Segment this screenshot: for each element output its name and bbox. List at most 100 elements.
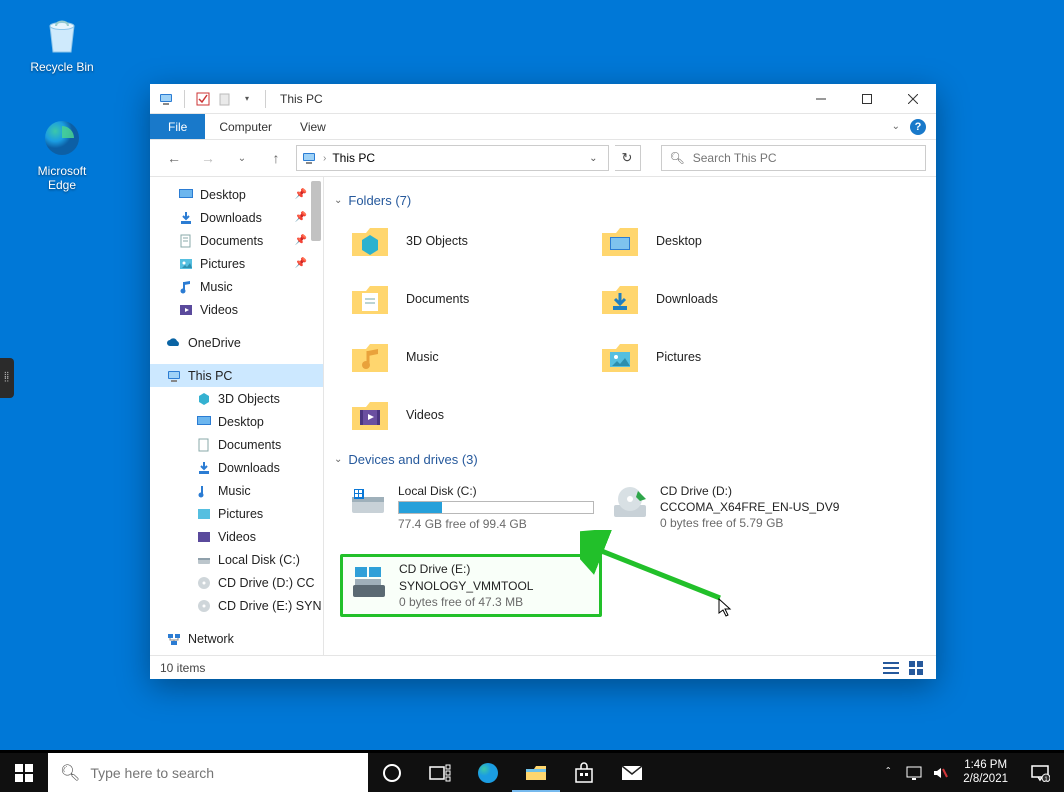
tree-item-desktop[interactable]: Desktop📌	[150, 183, 323, 206]
address-dropdown-icon[interactable]: ⌄	[583, 153, 603, 164]
pictures-icon	[178, 256, 194, 272]
desktop-icon-edge[interactable]: Microsoft Edge	[24, 116, 100, 192]
address-bar[interactable]: › This PC ⌄	[296, 145, 609, 171]
tree-item-local-disk[interactable]: Local Disk (C:)	[150, 548, 323, 571]
tree-item-cd-drive-d[interactable]: CD Drive (D:) CC	[150, 571, 323, 594]
3d-objects-icon	[348, 221, 392, 261]
folder-documents[interactable]: Documents	[348, 276, 598, 322]
drive-free: 0 bytes free of 5.79 GB	[660, 515, 856, 531]
taskbar-edge[interactable]	[464, 753, 512, 792]
navbar: ← → ⌄ ↑ › This PC ⌄ ↻ 🔍︎	[150, 140, 936, 176]
tree-item-network[interactable]: Network	[150, 627, 323, 650]
network-icon	[166, 631, 182, 647]
side-tab[interactable]: ⠿⠿	[0, 358, 14, 398]
tree-item-onedrive[interactable]: OneDrive	[150, 331, 323, 354]
folder-videos[interactable]: Videos	[348, 392, 598, 438]
drive-cd-d[interactable]: CD Drive (D:) CCCOMA_X64FRE_EN-US_DV9 0 …	[602, 477, 864, 538]
documents-icon	[178, 233, 194, 249]
folder-downloads[interactable]: Downloads	[598, 276, 848, 322]
tree-item-videos[interactable]: Videos	[150, 298, 323, 321]
drive-name: CD Drive (E:)	[399, 561, 593, 577]
drive-free: 0 bytes free of 47.3 MB	[399, 594, 593, 610]
back-button[interactable]: ←	[160, 144, 188, 172]
qat-newfolder-icon[interactable]	[217, 91, 233, 107]
scroll-thumb[interactable]	[311, 181, 321, 241]
desktop-folder-icon	[598, 221, 642, 261]
drive-label: CCCOMA_X64FRE_EN-US_DV9	[660, 499, 856, 515]
drive-name: CD Drive (D:)	[660, 483, 856, 499]
up-button[interactable]: ↑	[262, 144, 290, 172]
search-icon: 🔍︎	[60, 763, 80, 783]
tree-item-music[interactable]: Music	[150, 479, 323, 502]
forward-button[interactable]: →	[194, 144, 222, 172]
action-center-button[interactable]: 1	[1020, 764, 1060, 782]
close-button[interactable]	[890, 84, 936, 114]
cd-drive-icon	[196, 598, 212, 614]
ribbon-expand-icon[interactable]: ⌄	[892, 121, 900, 132]
tree-item-this-pc[interactable]: This PC	[150, 364, 323, 387]
pin-icon: 📌	[295, 189, 307, 200]
tree-item-pictures[interactable]: Pictures	[150, 502, 323, 525]
tree-item-pictures[interactable]: Pictures📌	[150, 252, 323, 275]
taskbar-search[interactable]: 🔍︎	[48, 753, 368, 792]
start-button[interactable]	[0, 753, 48, 792]
taskbar-store[interactable]	[560, 753, 608, 792]
details-view-icon[interactable]	[882, 660, 900, 676]
maximize-button[interactable]	[844, 84, 890, 114]
nav-tree[interactable]: Desktop📌 Downloads📌 Documents📌 Pictures📌…	[150, 177, 324, 655]
downloads-icon	[196, 460, 212, 476]
recent-dropdown-icon[interactable]: ⌄	[228, 144, 256, 172]
tree-item-downloads[interactable]: Downloads	[150, 456, 323, 479]
tree-item-documents[interactable]: Documents📌	[150, 229, 323, 252]
taskbar-explorer[interactable]	[512, 753, 560, 792]
tiles-view-icon[interactable]	[908, 660, 926, 676]
tree-scrollbar[interactable]: ▴	[309, 181, 323, 651]
cd-drive-icon	[610, 483, 650, 523]
tray-clock[interactable]: 1:46 PM 2/8/2021	[955, 759, 1016, 787]
qat-properties-icon[interactable]	[195, 91, 211, 107]
titlebar[interactable]: ▾ This PC	[150, 84, 936, 114]
tree-item-documents[interactable]: Documents	[150, 433, 323, 456]
tab-computer[interactable]: Computer	[205, 114, 286, 139]
cortana-button[interactable]	[368, 753, 416, 792]
minimize-button[interactable]	[798, 84, 844, 114]
taskbar-search-input[interactable]	[90, 765, 356, 781]
drive-cd-e[interactable]: CD Drive (E:) SYNOLOGY_VMMTOOL 0 bytes f…	[340, 554, 602, 617]
task-view-button[interactable]	[416, 753, 464, 792]
tree-item-videos[interactable]: Videos	[150, 525, 323, 548]
music-folder-icon	[348, 337, 392, 377]
section-folders-header[interactable]: ⌄Folders (7)	[332, 185, 930, 218]
tray-volume-icon[interactable]	[929, 753, 951, 792]
tree-item-desktop[interactable]: Desktop	[150, 410, 323, 433]
drive-local-disk-c[interactable]: Local Disk (C:) 77.4 GB free of 99.4 GB	[340, 477, 602, 538]
qat-dropdown-icon[interactable]: ▾	[239, 91, 255, 107]
pin-icon: 📌	[295, 212, 307, 223]
folder-3d-objects[interactable]: 3D Objects	[348, 218, 598, 264]
section-drives-header[interactable]: ⌄Devices and drives (3)	[332, 444, 930, 477]
chevron-down-icon: ⌄	[334, 454, 342, 465]
tree-item-downloads[interactable]: Downloads📌	[150, 206, 323, 229]
help-icon[interactable]: ?	[910, 119, 926, 135]
search-input[interactable]	[693, 151, 917, 165]
tab-file[interactable]: File	[150, 114, 205, 139]
folder-desktop[interactable]: Desktop	[598, 218, 848, 264]
taskbar-mail[interactable]	[608, 753, 656, 792]
tree-item-3d-objects[interactable]: 3D Objects	[150, 387, 323, 410]
desktop-icon-recycle-bin[interactable]: Recycle Bin	[24, 12, 100, 74]
refresh-button[interactable]: ↻	[615, 145, 641, 171]
tray-overflow-icon[interactable]: ˆ	[877, 753, 899, 792]
folder-music[interactable]: Music	[348, 334, 598, 380]
3d-objects-icon	[196, 391, 212, 407]
desktop-icon	[196, 414, 212, 430]
tray-display-icon[interactable]	[903, 753, 925, 792]
drive-free: 77.4 GB free of 99.4 GB	[398, 516, 594, 532]
tree-item-music[interactable]: Music	[150, 275, 323, 298]
downloads-folder-icon	[598, 279, 642, 319]
folder-pictures[interactable]: Pictures	[598, 334, 848, 380]
tree-item-cd-drive-e[interactable]: CD Drive (E:) SYN	[150, 594, 323, 617]
search-box[interactable]: 🔍︎	[661, 145, 927, 171]
window-title: This PC	[280, 92, 323, 106]
drive-icon	[196, 552, 212, 568]
tab-view[interactable]: View	[286, 114, 340, 139]
chevron-down-icon: ⌄	[334, 195, 342, 206]
